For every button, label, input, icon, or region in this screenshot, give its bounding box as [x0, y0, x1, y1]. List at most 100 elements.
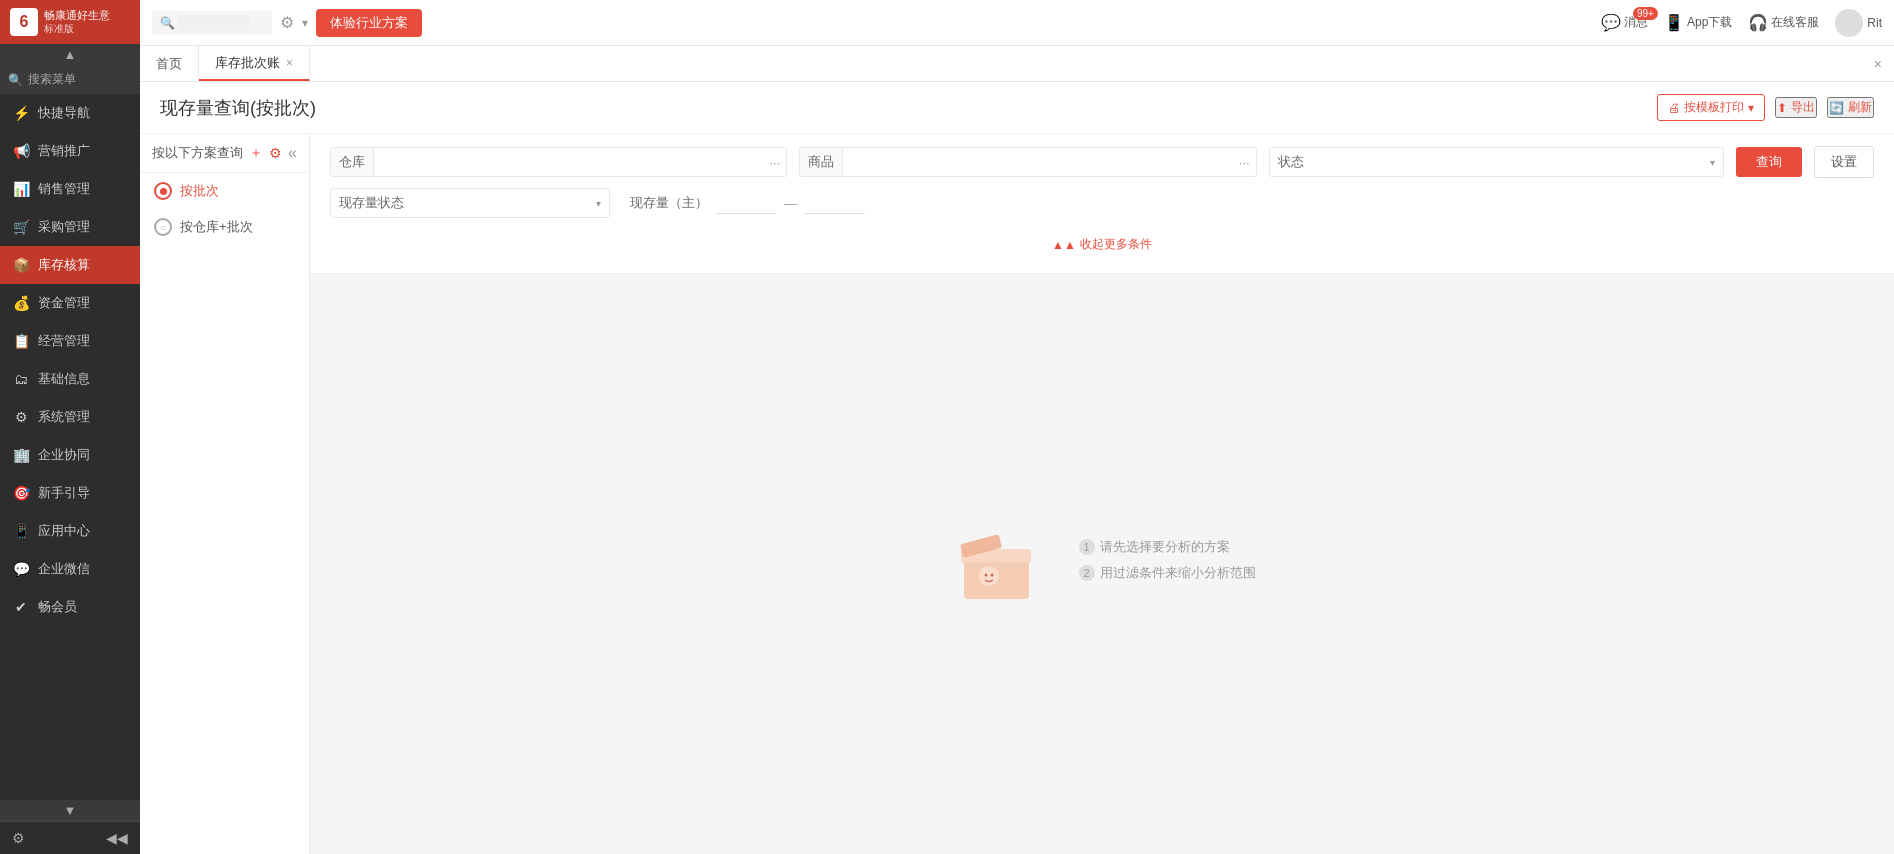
scheme-item-by-warehouse-batch[interactable]: ○ 按仓库+批次 — [140, 209, 309, 245]
tabs-bar: 首页 库存批次账 × × — [140, 46, 1894, 82]
topbar-gear-icon[interactable]: ⚙ — [280, 13, 294, 32]
app-logo: 6 — [10, 8, 38, 36]
warehouse-input[interactable] — [374, 150, 763, 175]
scheme-settings-icon[interactable]: ⚙ — [269, 145, 282, 161]
sidebar-item-wechat[interactable]: 💬 企业微信 — [0, 550, 140, 588]
product-input[interactable] — [843, 150, 1232, 175]
tab-close-icon[interactable]: × — [286, 56, 293, 70]
print-dropdown-icon[interactable]: ▾ — [1748, 101, 1754, 115]
stock-qty-label: 现存量（主） — [630, 194, 708, 212]
sidebar-item-apps[interactable]: 📱 应用中心 — [0, 512, 140, 550]
topbar-search[interactable]: 🔍 — [152, 11, 272, 35]
stock-qty-max-input[interactable] — [805, 192, 865, 214]
settings-button[interactable]: 设置 — [1814, 146, 1874, 178]
sidebar-scroll-up[interactable]: ▲ — [0, 44, 140, 65]
sidebar-item-guide[interactable]: 🎯 新手引导 — [0, 474, 140, 512]
product-label: 商品 — [800, 148, 843, 176]
enterprise-icon: 🏢 — [12, 446, 30, 464]
system-label: 系统管理 — [38, 408, 90, 426]
sidebar-item-sales[interactable]: 📊 销售管理 — [0, 170, 140, 208]
panel-header: 按以下方案查询 ＋ ⚙ « — [140, 134, 309, 173]
topbar-service[interactable]: 🎧 在线客服 — [1748, 13, 1819, 32]
empty-illustration — [949, 514, 1049, 614]
sidebar-collapse-icon[interactable]: ◀◀ — [106, 830, 128, 846]
warehouse-dots[interactable]: ··· — [763, 150, 786, 175]
sidebar-item-purchase[interactable]: 🛒 采购管理 — [0, 208, 140, 246]
export-label: 导出 — [1791, 99, 1815, 116]
sidebar-item-enterprise[interactable]: 🏢 企业协同 — [0, 436, 140, 474]
page-title: 现存量查询(按批次) — [160, 96, 316, 120]
stock-qty-filter: 现存量（主） — — [630, 192, 865, 214]
collapse-panel-icon[interactable]: « — [288, 144, 297, 162]
sidebar-item-system[interactable]: ⚙ 系统管理 — [0, 398, 140, 436]
trial-button[interactable]: 体验行业方案 — [316, 9, 422, 37]
tab-panel-close[interactable]: × — [1862, 48, 1894, 80]
sales-label: 销售管理 — [38, 180, 90, 198]
page-actions: 🖨 按模板打印 ▾ ⬆ 导出 🔄 刷新 — [1657, 94, 1874, 121]
sidebar-item-finance[interactable]: 💰 资金管理 — [0, 284, 140, 322]
sidebar-item-vip[interactable]: ✔ 畅会员 — [0, 588, 140, 626]
status-filter: 状态 ▾ — [1269, 147, 1724, 177]
system-icon: ⚙ — [12, 408, 30, 426]
app-label: App下载 — [1687, 14, 1732, 31]
topbar-app-download[interactable]: 📱 App下载 — [1664, 13, 1732, 32]
sidebar-item-marketing[interactable]: 📢 营销推广 — [0, 132, 140, 170]
filter-row-1: 仓库 ··· 商品 ··· 状态 ▾ — [330, 146, 1874, 178]
topbar: 🔍 ⚙ ▾ 体验行业方案 💬 消息 99+ 📱 App下载 🎧 在线客服 Rit — [140, 0, 1894, 46]
finance-icon: 💰 — [12, 294, 30, 312]
sidebar-scroll-down[interactable]: ▼ — [0, 800, 140, 821]
sales-icon: 📊 — [12, 180, 30, 198]
sidebar-nav: ⚡ 快捷导航 📢 营销推广 📊 销售管理 🛒 采购管理 📦 库存核算 💰 资金管… — [0, 94, 140, 800]
topbar-user[interactable]: Rit — [1835, 9, 1882, 37]
scheme-by-batch-label: 按批次 — [180, 182, 219, 200]
topbar-message[interactable]: 💬 消息 99+ — [1601, 13, 1648, 32]
print-icon: 🖨 — [1668, 101, 1680, 115]
enterprise-label: 企业协同 — [38, 446, 90, 464]
sidebar-search[interactable]: 🔍 搜索菜单 — [0, 65, 140, 94]
refresh-icon: 🔄 — [1829, 101, 1844, 115]
collapse-filter-button[interactable]: ▲▲ 收起更多条件 — [330, 228, 1874, 261]
stock-qty-min-input[interactable] — [716, 192, 776, 214]
refresh-label: 刷新 — [1848, 99, 1872, 116]
product-dots[interactable]: ··· — [1233, 150, 1256, 175]
export-icon: ⬆ — [1777, 101, 1787, 115]
left-panel: 按以下方案查询 ＋ ⚙ « 按批次 ○ 按仓库+批次 — [140, 134, 310, 854]
topbar-search-placeholder — [179, 15, 249, 31]
tab-inventory-batch[interactable]: 库存批次账 × — [199, 46, 310, 81]
sidebar-item-operations[interactable]: 📋 经营管理 — [0, 322, 140, 360]
scheme-item-by-batch[interactable]: 按批次 — [140, 173, 309, 209]
print-button[interactable]: 🖨 按模板打印 ▾ — [1657, 94, 1765, 121]
vip-label: 畅会员 — [38, 598, 77, 616]
sidebar-item-basic[interactable]: 🗂 基础信息 — [0, 360, 140, 398]
stock-status-filter[interactable]: 现存量状态 ▾ — [330, 188, 610, 218]
page-header: 现存量查询(按批次) 🖨 按模板打印 ▾ ⬆ 导出 🔄 刷新 — [140, 82, 1894, 134]
apps-icon: 📱 — [12, 522, 30, 540]
refresh-button[interactable]: 🔄 刷新 — [1827, 97, 1874, 118]
topbar-search-icon: 🔍 — [160, 16, 175, 30]
wechat-label: 企业微信 — [38, 560, 90, 578]
company-info: 畅康通好生意 标准版 — [44, 8, 110, 36]
tab-home[interactable]: 首页 — [140, 46, 199, 81]
export-button[interactable]: ⬆ 导出 — [1775, 97, 1817, 118]
search-label: 搜索菜单 — [28, 71, 76, 88]
query-button[interactable]: 查询 — [1736, 147, 1802, 177]
guide-label: 新手引导 — [38, 484, 90, 502]
collapse-label: 收起更多条件 — [1080, 236, 1152, 253]
tab-inventory-batch-label: 库存批次账 — [215, 54, 280, 72]
shortcuts-label: 快捷导航 — [38, 104, 90, 122]
sidebar-settings-icon[interactable]: ⚙ — [12, 830, 25, 846]
search-icon: 🔍 — [8, 73, 23, 87]
inventory-label: 库存核算 — [38, 256, 90, 274]
sidebar-item-shortcuts[interactable]: ⚡ 快捷导航 — [0, 94, 140, 132]
topbar-dropdown-icon[interactable]: ▾ — [302, 16, 308, 30]
filter-area: 仓库 ··· 商品 ··· 状态 ▾ — [310, 134, 1894, 274]
operations-icon: 📋 — [12, 332, 30, 350]
user-avatar — [1835, 9, 1863, 37]
inventory-icon: 📦 — [12, 256, 30, 274]
sidebar-header: 6 畅康通好生意 标准版 — [0, 0, 140, 44]
product-filter: 商品 ··· — [799, 147, 1256, 177]
status-selector[interactable]: 状态 ▾ — [1269, 147, 1724, 177]
sidebar-item-inventory[interactable]: 📦 库存核算 — [0, 246, 140, 284]
scheme-active-icon — [154, 182, 172, 200]
add-scheme-button[interactable]: ＋ — [249, 144, 263, 162]
